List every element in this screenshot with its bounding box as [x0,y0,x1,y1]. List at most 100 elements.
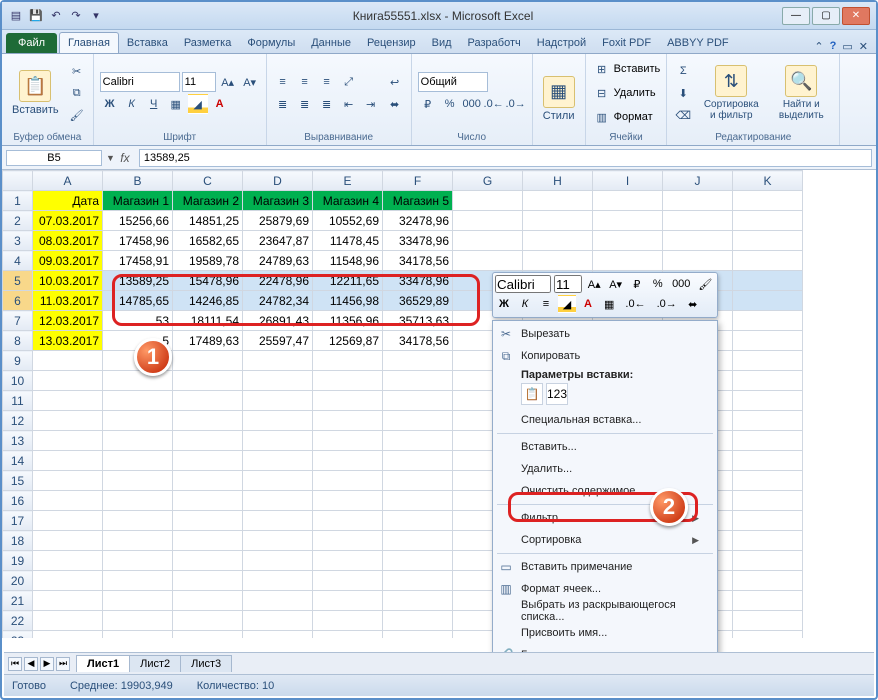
cell[interactable] [33,511,103,531]
row-header-21[interactable]: 21 [3,591,33,611]
file-tab[interactable]: Файл [6,33,57,53]
row-header-1[interactable]: 1 [3,191,33,211]
number-format-combo[interactable] [418,72,488,92]
row-header-19[interactable]: 19 [3,551,33,571]
cell[interactable] [733,311,803,331]
mini-percent-icon[interactable]: % [649,275,667,293]
cell[interactable] [523,191,593,211]
cell[interactable] [103,591,173,611]
cell[interactable] [313,551,383,571]
data-cell[interactable]: 25597,47 [243,331,313,351]
tab-abbyy[interactable]: ABBYY PDF [659,33,737,53]
mini-fill-color-icon[interactable]: ◢ [558,295,576,313]
orientation-icon[interactable]: ⤢ [339,72,359,92]
cell[interactable] [733,531,803,551]
close-button[interactable]: ✕ [842,7,870,25]
mini-size-combo[interactable] [554,275,582,293]
cell[interactable] [453,251,523,271]
data-cell[interactable]: 17458,91 [103,251,173,271]
cell[interactable] [173,511,243,531]
cell[interactable] [313,371,383,391]
paste-button[interactable]: 📋 Вставить [8,68,63,118]
cell[interactable] [733,571,803,591]
data-cell[interactable]: 36529,89 [383,291,453,311]
cell[interactable] [383,551,453,571]
save-icon[interactable]: 💾 [28,8,44,24]
indent-inc-icon[interactable]: ⇥ [361,94,381,114]
cell[interactable] [383,591,453,611]
close-workbook-icon[interactable]: ✕ [859,40,868,53]
cell[interactable] [663,191,733,211]
cell[interactable] [243,511,313,531]
cell[interactable] [243,371,313,391]
cell[interactable] [33,591,103,611]
cell[interactable] [383,451,453,471]
dec-decimal-icon[interactable]: .0→ [506,94,526,114]
formula-input[interactable] [139,149,872,167]
cell[interactable] [733,591,803,611]
cell[interactable] [313,411,383,431]
cell[interactable] [103,511,173,531]
data-cell[interactable]: 13589,25 [103,271,173,291]
cell[interactable] [733,271,803,291]
mini-italic-icon[interactable]: К [516,295,534,313]
cell[interactable] [383,571,453,591]
cell[interactable] [243,451,313,471]
cell[interactable] [733,451,803,471]
cell[interactable] [733,611,803,631]
sheet-tab-1[interactable]: Лист1 [76,655,130,672]
cell[interactable] [663,251,733,271]
col-header-G[interactable]: G [453,171,523,191]
clear-icon[interactable]: ⌫ [673,105,693,125]
mini-font-combo[interactable] [495,275,551,293]
sheet-nav-prev-icon[interactable]: ◀ [24,657,38,671]
date-cell[interactable]: 07.03.2017 [33,211,103,231]
cell[interactable] [523,211,593,231]
align-middle-icon[interactable]: ≡ [295,72,315,92]
cell[interactable] [33,491,103,511]
cell[interactable] [33,371,103,391]
cell[interactable] [173,491,243,511]
cell[interactable] [313,391,383,411]
data-cell[interactable]: 10552,69 [313,211,383,231]
cell[interactable] [733,471,803,491]
cell[interactable] [313,511,383,531]
data-cell[interactable]: 33478,96 [383,271,453,291]
mini-shrink-font-icon[interactable]: A▾ [606,275,624,293]
data-cell[interactable]: 16582,65 [173,231,243,251]
cell[interactable] [243,391,313,411]
data-cell[interactable]: 14246,85 [173,291,243,311]
row-header-3[interactable]: 3 [3,231,33,251]
menu-cut[interactable]: ✂Вырезать [493,323,717,345]
cell[interactable] [733,391,803,411]
cell[interactable] [733,511,803,531]
row-header-7[interactable]: 7 [3,311,33,331]
cell[interactable] [173,471,243,491]
cell[interactable] [243,551,313,571]
data-cell[interactable]: 19589,78 [173,251,243,271]
cell[interactable] [33,531,103,551]
delete-cells-button[interactable]: ⊟Удалить [592,83,661,103]
tab-developer[interactable]: Разработч [460,33,529,53]
decrease-font-icon[interactable]: A▾ [240,72,260,92]
mini-comma-icon[interactable]: 000 [670,275,693,293]
cell[interactable] [33,471,103,491]
cell[interactable] [383,491,453,511]
data-cell[interactable]: 34178,56 [383,331,453,351]
cell[interactable] [593,231,663,251]
font-size-combo[interactable] [182,72,216,92]
header-cell[interactable]: Дата [33,191,103,211]
header-cell[interactable]: Магазин 1 [103,191,173,211]
col-header-H[interactable]: H [523,171,593,191]
data-cell[interactable]: 33478,96 [383,231,453,251]
cell[interactable] [103,491,173,511]
font-color-button[interactable]: A [210,94,230,114]
name-box[interactable] [6,150,102,166]
row-header-9[interactable]: 9 [3,351,33,371]
cell[interactable] [733,551,803,571]
col-header-D[interactable]: D [243,171,313,191]
row-header-20[interactable]: 20 [3,571,33,591]
data-cell[interactable]: 11548,96 [313,251,383,271]
menu-insert[interactable]: Вставить... [493,436,717,458]
tab-insert[interactable]: Вставка [119,33,176,53]
